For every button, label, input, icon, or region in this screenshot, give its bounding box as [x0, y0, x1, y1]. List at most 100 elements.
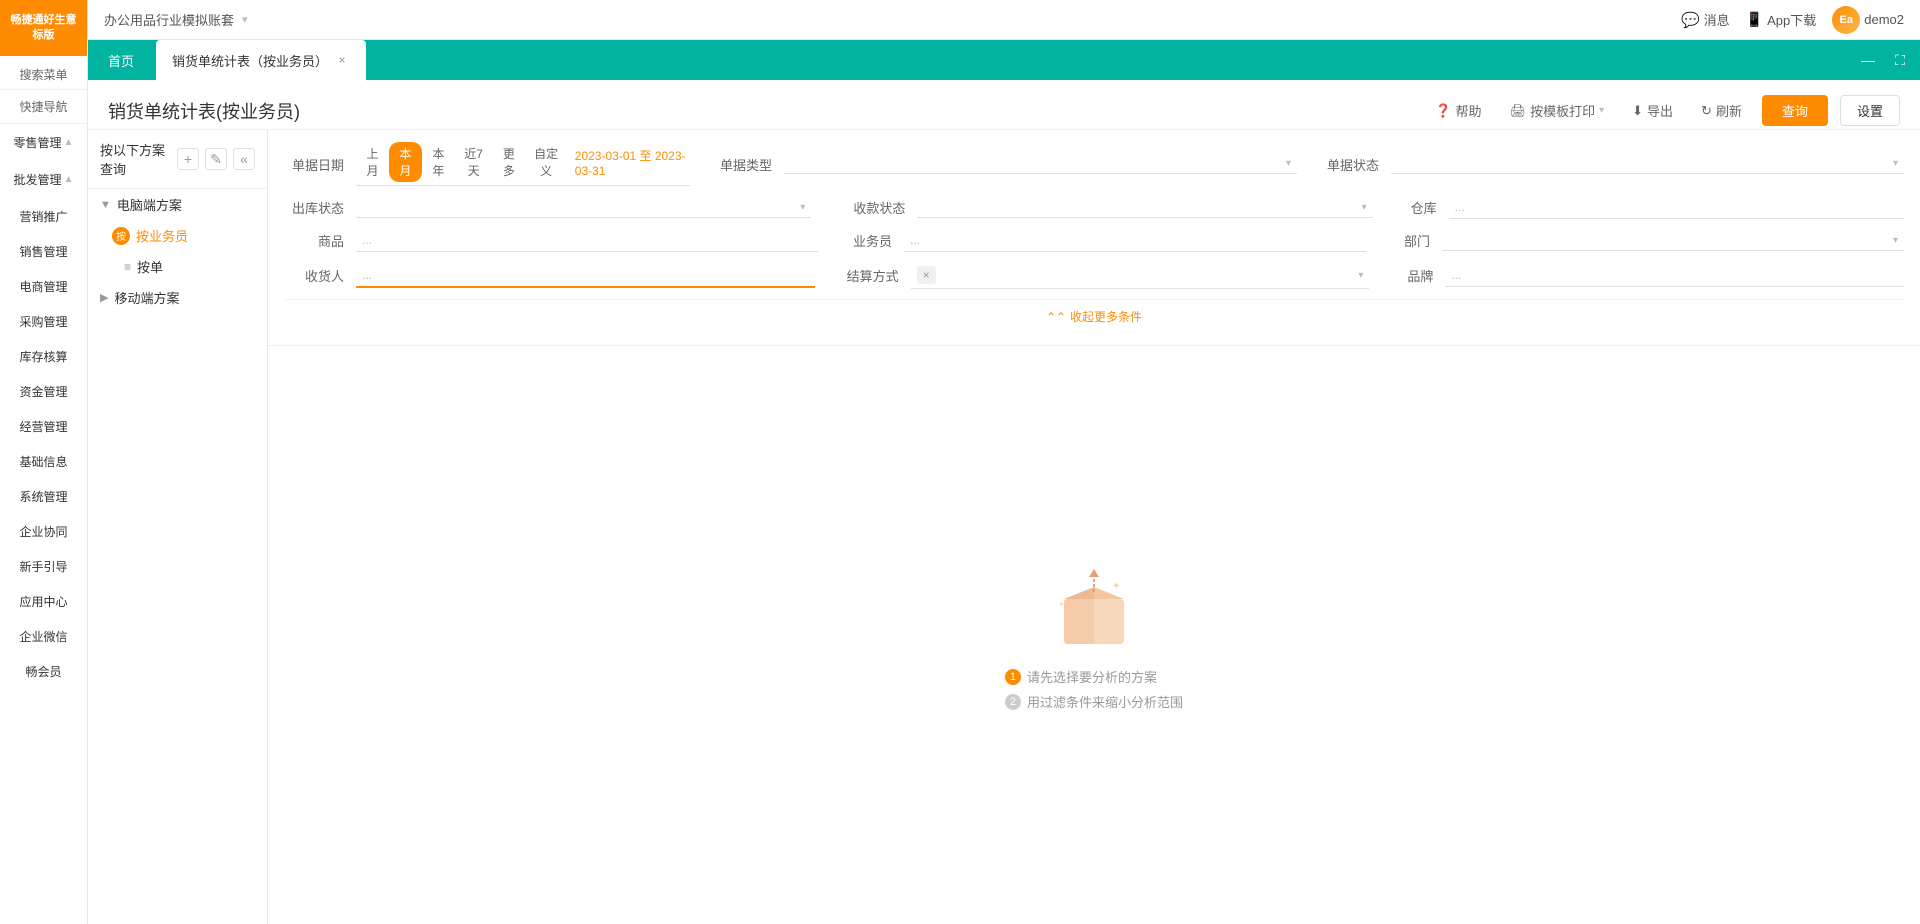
brand-input[interactable]: ... [1445, 264, 1904, 287]
tab-active[interactable]: 销货单统计表（按业务员） × [156, 40, 366, 80]
payment-tag-remove[interactable]: × [923, 268, 930, 282]
goods-input[interactable]: ... [356, 229, 818, 252]
tab-minimize-button[interactable]: — [1856, 48, 1880, 72]
empty-illustration: ✦ ✦ [1044, 559, 1144, 659]
left-panel-actions: + ✎ « [177, 148, 255, 170]
sidebar-item-management-label: 经营管理 [19, 418, 67, 435]
settings-button[interactable]: 设置 [1840, 95, 1900, 126]
date-custom[interactable]: 自定义 [525, 142, 566, 182]
app-download-label: App下载 [1767, 10, 1816, 29]
sidebar-logo-subtext: 标版 [33, 28, 55, 43]
export-icon: ⬇ [1632, 103, 1643, 119]
sidebar-item-appstore[interactable]: 应用中心 [0, 583, 87, 618]
sidebar-item-basic[interactable]: 基础信息 [0, 443, 87, 478]
sidebar-item-member[interactable]: 畅会员 [0, 653, 87, 688]
date-last7[interactable]: 近7天 [455, 142, 493, 182]
receipt-status-arrow-icon: ▾ [1362, 202, 1367, 213]
doc-type-arrow-icon: ▾ [1286, 158, 1291, 169]
sidebar-item-wholesale[interactable]: 批发管理 ▲ [0, 161, 87, 198]
sidebar-item-purchase[interactable]: 采购管理 [0, 303, 87, 338]
export-label: 导出 [1647, 101, 1673, 120]
tab-home[interactable]: 首页 [88, 40, 154, 80]
tree-item-by-order[interactable]: ≡ 按单 [88, 251, 267, 282]
sidebar-item-system[interactable]: 系统管理 [0, 478, 87, 513]
department-dropdown[interactable]: ▾ [1442, 231, 1904, 251]
doc-type-label: 单据类型 [702, 155, 772, 174]
sidebar-shortcut[interactable]: 快捷导航 [0, 90, 87, 124]
payment-dropdown[interactable]: × ▾ [911, 262, 1370, 289]
message-button[interactable]: 💬 消息 [1681, 10, 1730, 29]
sidebar-item-corp-collab[interactable]: 企业协同 [0, 513, 87, 548]
empty-state: ✦ ✦ 1 请先选择要分析的方案 2 [268, 346, 1920, 924]
sidebar-search[interactable]: 搜索菜单 [0, 56, 87, 90]
tree-expand-icon: ▼ [100, 199, 111, 211]
left-panel-header: 按以下方案查询 + ✎ « [88, 130, 267, 189]
date-last-month[interactable]: 上月 [356, 142, 389, 182]
sidebar-item-management[interactable]: 经营管理 [0, 408, 87, 443]
goods-label: 商品 [284, 231, 344, 250]
sidebar-item-finance[interactable]: 资金管理 [0, 373, 87, 408]
warehouse-label: 仓库 [1397, 198, 1437, 217]
receipt-status-dropdown[interactable]: ▾ [917, 198, 1372, 218]
sidebar-item-retail[interactable]: 零售管理 ▲ [0, 124, 87, 161]
sidebar-item-inventory[interactable]: 库存核算 [0, 338, 87, 373]
tree-item-by-order-label: 按单 [137, 257, 163, 276]
industry-dropdown-icon[interactable]: ▾ [242, 13, 248, 26]
edit-scheme-button[interactable]: ✎ [205, 148, 227, 170]
tree-section-pc[interactable]: ▼ 电脑端方案 [88, 189, 267, 220]
sidebar-item-newbie[interactable]: 新手引导 [0, 548, 87, 583]
header-right: 💬 消息 📱 App下载 Ea demo2 [1681, 6, 1904, 34]
empty-tips: 1 请先选择要分析的方案 2 用过滤条件来缩小分析范围 [1005, 667, 1183, 711]
sidebar-item-sales[interactable]: 销售管理 [0, 233, 87, 268]
filter-row-4: 收货人 ... 结算方式 × ▾ [284, 262, 1904, 289]
print-button[interactable]: 🖨 按模板打印 ▾ [1502, 97, 1613, 124]
print-arrow-icon: ▾ [1599, 105, 1604, 116]
date-this-month[interactable]: 本月 [389, 142, 422, 182]
refresh-button[interactable]: ↻ 刷新 [1693, 97, 1750, 124]
right-panel: 单据日期 上月 本月 本年 近7天 更多 自定义 2023-03-01 至 20… [268, 130, 1920, 924]
add-scheme-button[interactable]: + [177, 148, 199, 170]
tab-close-button[interactable]: × [334, 52, 350, 68]
sidebar-item-wholesale-label: 批发管理 [14, 171, 62, 188]
svg-text:✦: ✦ [1058, 600, 1065, 609]
doc-status-dropdown[interactable]: ▾ [1391, 154, 1904, 174]
receiver-input[interactable]: ... [356, 264, 815, 288]
payment-tag: × [917, 266, 936, 284]
doc-status-arrow-icon: ▾ [1893, 158, 1898, 169]
goods-placeholder: ... [362, 233, 372, 247]
sidebar-item-wechat-work[interactable]: 企业微信 [0, 618, 87, 653]
help-button[interactable]: ❓ 帮助 [1427, 97, 1489, 124]
sidebar-item-wechat-work-label: 企业微信 [19, 628, 67, 645]
user-avatar: Ea [1832, 6, 1860, 34]
sidebar-item-marketing[interactable]: 营销推广 [0, 198, 87, 233]
out-status-dropdown[interactable]: ▾ [356, 198, 811, 218]
query-button[interactable]: 查询 [1762, 95, 1828, 126]
app-download-button[interactable]: 📱 App下载 [1746, 10, 1817, 29]
tree-section-mobile[interactable]: ▶ 移动端方案 [88, 282, 267, 313]
user-profile[interactable]: Ea demo2 [1832, 6, 1904, 34]
collapse-panel-button[interactable]: « [233, 148, 255, 170]
warehouse-input[interactable]: ... [1449, 196, 1904, 219]
date-more[interactable]: 更多 [492, 142, 525, 182]
tab-maximize-button[interactable]: ⛶ [1888, 48, 1912, 72]
salesperson-input[interactable]: ... [904, 229, 1366, 252]
sidebar: 畅捷通好生意 标版 搜索菜单 快捷导航 零售管理 ▲ 批发管理 ▲ 营销推广 销… [0, 0, 88, 924]
brand-label: 品牌 [1393, 266, 1433, 285]
user-name: demo2 [1864, 12, 1904, 27]
export-button[interactable]: ⬇ 导出 [1624, 97, 1681, 124]
sidebar-item-ecommerce[interactable]: 电商管理 [0, 268, 87, 303]
doc-type-dropdown[interactable]: ▾ [784, 154, 1297, 174]
message-label: 消息 [1704, 10, 1730, 29]
refresh-label: 刷新 [1716, 101, 1742, 120]
out-status-arrow-icon: ▾ [800, 202, 805, 213]
receiver-placeholder: ... [362, 268, 372, 282]
sidebar-item-corp-collab-label: 企业协同 [19, 523, 67, 540]
filter-row-1: 单据日期 上月 本月 本年 近7天 更多 自定义 2023-03-01 至 20… [284, 142, 1904, 186]
collapse-conditions-button[interactable]: ⌃⌃ 收起更多条件 [284, 299, 1904, 333]
tree-item-by-salesperson[interactable]: 按 按业务员 [88, 220, 267, 251]
print-icon: 🖨 [1510, 103, 1527, 119]
date-this-year[interactable]: 本年 [422, 142, 455, 182]
tip-num-2: 2 [1005, 694, 1021, 710]
collapse-label: 收起更多条件 [1070, 308, 1142, 325]
date-label: 单据日期 [284, 155, 344, 174]
